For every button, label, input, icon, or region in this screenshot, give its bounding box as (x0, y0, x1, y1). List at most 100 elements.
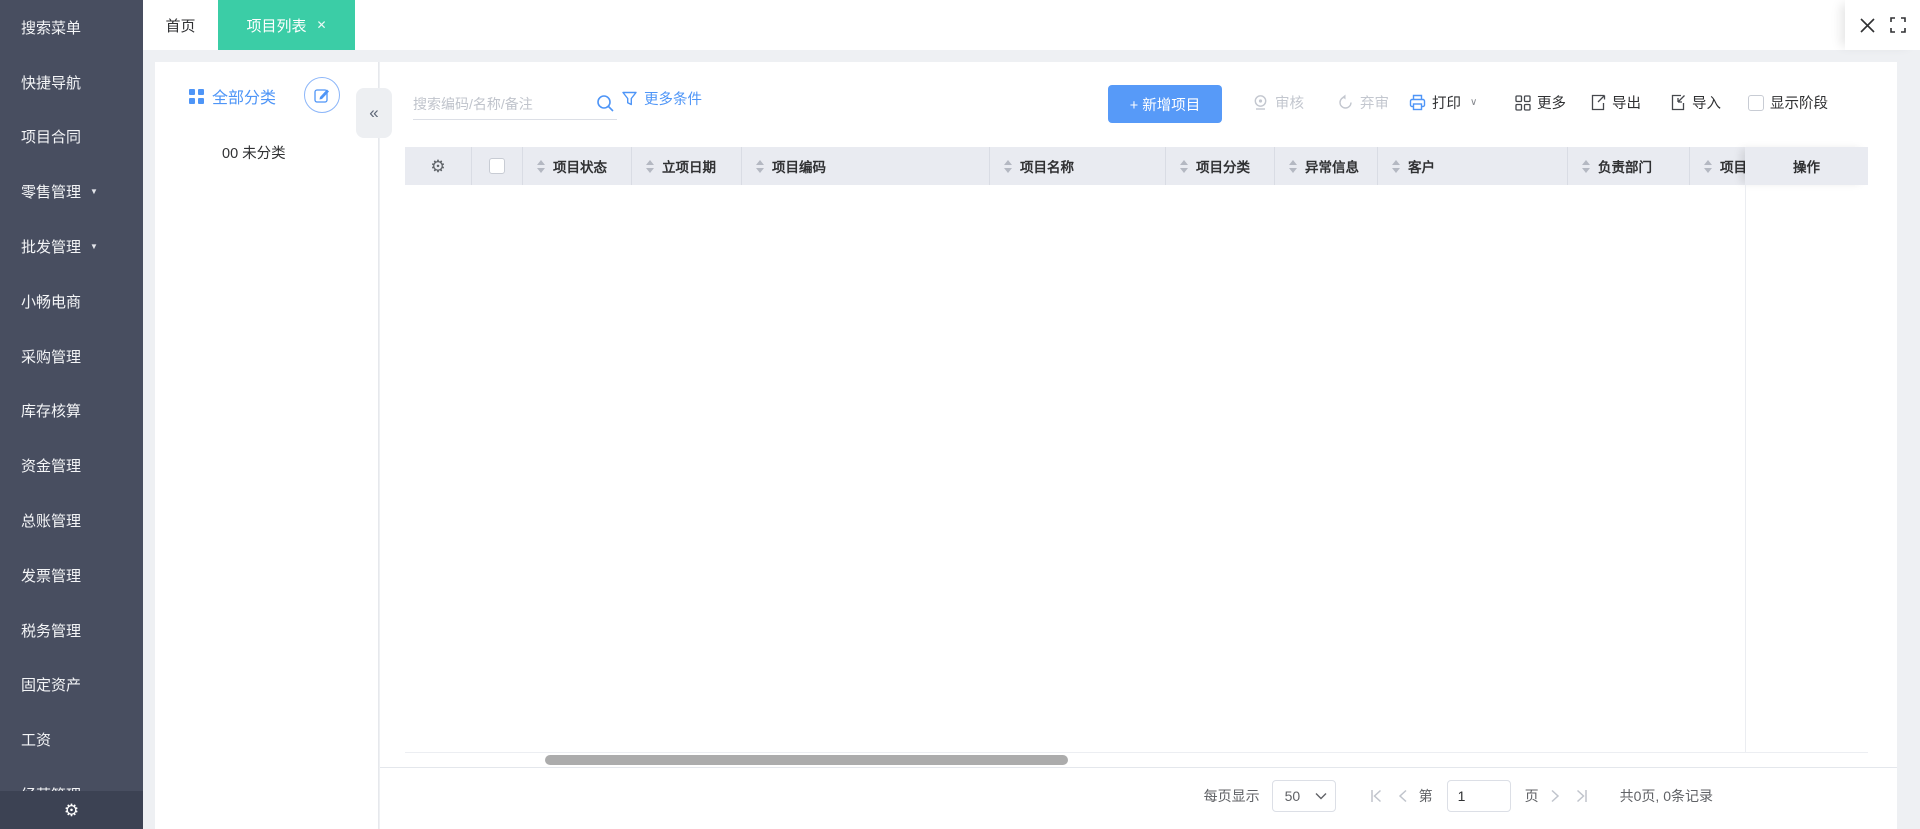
category-panel: 全部分类 « 00 未分类 (155, 62, 392, 829)
search-box (413, 90, 617, 120)
sidebar-item-ledger[interactable]: 总账管理 (0, 493, 143, 548)
column-header-department[interactable]: 负责部门 (1568, 147, 1690, 185)
sidebar-item-tax[interactable]: 税务管理 (0, 603, 143, 658)
main-panel: 更多条件 + 新增项目 审核 弃审 打印 ∨ 更多 导出 导入 显示阶段 ⚙ 项… (380, 62, 1897, 829)
sidebar-item-operations[interactable]: 经营管理 (0, 767, 143, 793)
sort-icon[interactable] (1289, 159, 1297, 173)
scrollbar-thumb[interactable] (545, 755, 1068, 765)
horizontal-scrollbar (405, 754, 1868, 767)
next-page-button[interactable] (1550, 789, 1561, 803)
search-icon[interactable] (596, 94, 615, 113)
show-stage-label: 显示阶段 (1770, 96, 1828, 112)
sidebar-item-retail[interactable]: 零售管理 ▼ (0, 164, 143, 219)
sort-icon[interactable] (1704, 159, 1712, 173)
edit-category-button[interactable] (304, 77, 340, 113)
column-label: 项目名称 (1020, 160, 1074, 175)
settings-gear-icon[interactable]: ⚙ (64, 802, 79, 819)
chevron-down-icon: ▼ (90, 242, 98, 252)
sort-icon[interactable] (537, 159, 545, 173)
sidebar-item-label: 发票管理 (21, 567, 82, 585)
tab-project-list[interactable]: 项目列表 ✕ (218, 0, 355, 50)
table-header: ⚙ 项目状态 立项日期 项目编码 项目名称 项目分类 异常信息 客户 负责部门 … (405, 147, 1868, 185)
sort-icon[interactable] (1004, 159, 1012, 173)
show-stage-toggle[interactable]: 显示阶段 (1748, 92, 1828, 113)
sidebar-footer: ⚙ (0, 791, 143, 829)
sidebar-item-label: 工资 (21, 732, 52, 750)
sort-icon[interactable] (646, 159, 654, 173)
more-filters-link[interactable]: 更多条件 (622, 88, 702, 109)
column-label: 项目编码 (772, 160, 826, 175)
tab-home[interactable]: 首页 (143, 0, 218, 50)
filter-icon (622, 91, 637, 106)
first-page-button[interactable] (1369, 789, 1383, 803)
column-header-project-code[interactable]: 项目编码 (742, 147, 990, 185)
undo-circle-icon (1339, 94, 1352, 109)
column-header-project-category[interactable]: 项目分类 (1166, 147, 1275, 185)
sidebar-item-label: 总账管理 (21, 513, 82, 531)
sidebar-item-funds[interactable]: 资金管理 (0, 438, 143, 493)
sidebar-item-inventory[interactable]: 库存核算 (0, 384, 143, 439)
tab-bar: 首页 项目列表 ✕ (143, 0, 1920, 50)
category-title[interactable]: 全部分类 (212, 84, 276, 108)
column-label: 项目 (1720, 160, 1745, 175)
sidebar-item-invoice[interactable]: 发票管理 (0, 548, 143, 603)
sort-icon[interactable] (756, 159, 764, 173)
sidebar-item-label: 库存核算 (21, 403, 82, 421)
sort-icon[interactable] (1180, 159, 1188, 173)
sidebar-item-search-menu[interactable]: 搜索菜单 (0, 0, 143, 55)
column-label: 客户 (1408, 160, 1435, 175)
sidebar: 搜索菜单 快捷导航 项目合同 零售管理 ▼ 批发管理 ▼ 小畅电商 采购管理 库存核… (0, 0, 143, 829)
collapse-panel-button[interactable]: « (356, 88, 392, 138)
sidebar-item-label: 税务管理 (21, 622, 82, 640)
sidebar-item-ecommerce[interactable]: 小畅电商 (0, 274, 143, 329)
column-header-exception-info[interactable]: 异常信息 (1275, 147, 1378, 185)
unaudit-button[interactable]: 弃审 (1337, 92, 1389, 113)
chevron-down-icon (1315, 793, 1327, 800)
sort-icon[interactable] (1582, 159, 1590, 173)
search-input[interactable] (413, 90, 583, 118)
print-label: 打印 (1432, 96, 1461, 112)
category-header: 全部分类 (155, 76, 379, 116)
prev-page-button[interactable] (1397, 789, 1408, 803)
column-header-project-truncated[interactable]: 项目 (1690, 147, 1745, 185)
sidebar-item-fixed-assets[interactable]: 固定资产 (0, 658, 143, 713)
close-icon[interactable] (1859, 17, 1876, 34)
per-page-select[interactable]: 50 (1271, 780, 1336, 812)
chevron-down-icon: ▼ (90, 187, 98, 197)
column-settings-gear-icon[interactable]: ⚙ (430, 158, 445, 175)
sort-icon[interactable] (1392, 159, 1400, 173)
fullscreen-icon[interactable] (1890, 17, 1906, 33)
sidebar-item-project-contract[interactable]: 项目合同 (0, 110, 143, 165)
column-header-start-date[interactable]: 立项日期 (632, 147, 742, 185)
show-stage-checkbox[interactable] (1748, 94, 1764, 111)
audit-stamp-icon (1254, 95, 1267, 110)
column-header-project-name[interactable]: 项目名称 (990, 147, 1166, 185)
add-project-button[interactable]: + 新增项目 (1108, 85, 1222, 123)
select-all-cell[interactable] (472, 147, 523, 185)
sidebar-item-payroll[interactable]: 工资 (0, 712, 143, 767)
category-node-unclassified[interactable]: 00 未分类 (222, 142, 286, 163)
sidebar-item-label: 采购管理 (21, 348, 82, 366)
column-label: 项目分类 (1196, 160, 1250, 175)
column-settings-cell[interactable]: ⚙ (405, 147, 472, 185)
column-header-customer[interactable]: 客户 (1378, 147, 1568, 185)
sidebar-menu: 搜索菜单 快捷导航 项目合同 零售管理 ▼ 批发管理 ▼ 小畅电商 采购管理 库存核… (0, 0, 143, 793)
sidebar-item-quick-nav[interactable]: 快捷导航 (0, 55, 143, 110)
sidebar-item-label: 搜索菜单 (21, 19, 82, 37)
select-all-checkbox[interactable] (489, 158, 505, 174)
more-button[interactable]: 更多 (1515, 92, 1566, 113)
sidebar-item-wholesale[interactable]: 批发管理 ▼ (0, 219, 143, 274)
column-label: 负责部门 (1598, 160, 1652, 175)
column-label: 操作 (1793, 160, 1820, 175)
export-button[interactable]: 导出 (1590, 92, 1641, 113)
tab-label: 项目列表 (246, 17, 307, 35)
last-page-button[interactable] (1575, 789, 1589, 803)
sidebar-item-purchase[interactable]: 采购管理 (0, 329, 143, 384)
import-button[interactable]: 导入 (1670, 92, 1721, 113)
column-header-project-status[interactable]: 项目状态 (523, 147, 632, 185)
tab-close-icon[interactable]: ✕ (316, 18, 326, 32)
print-button[interactable]: 打印 ∨ (1409, 92, 1477, 113)
column-header-actions[interactable]: 操作 (1745, 147, 1868, 185)
page-input[interactable] (1446, 780, 1511, 812)
audit-button[interactable]: 审核 (1252, 92, 1304, 113)
